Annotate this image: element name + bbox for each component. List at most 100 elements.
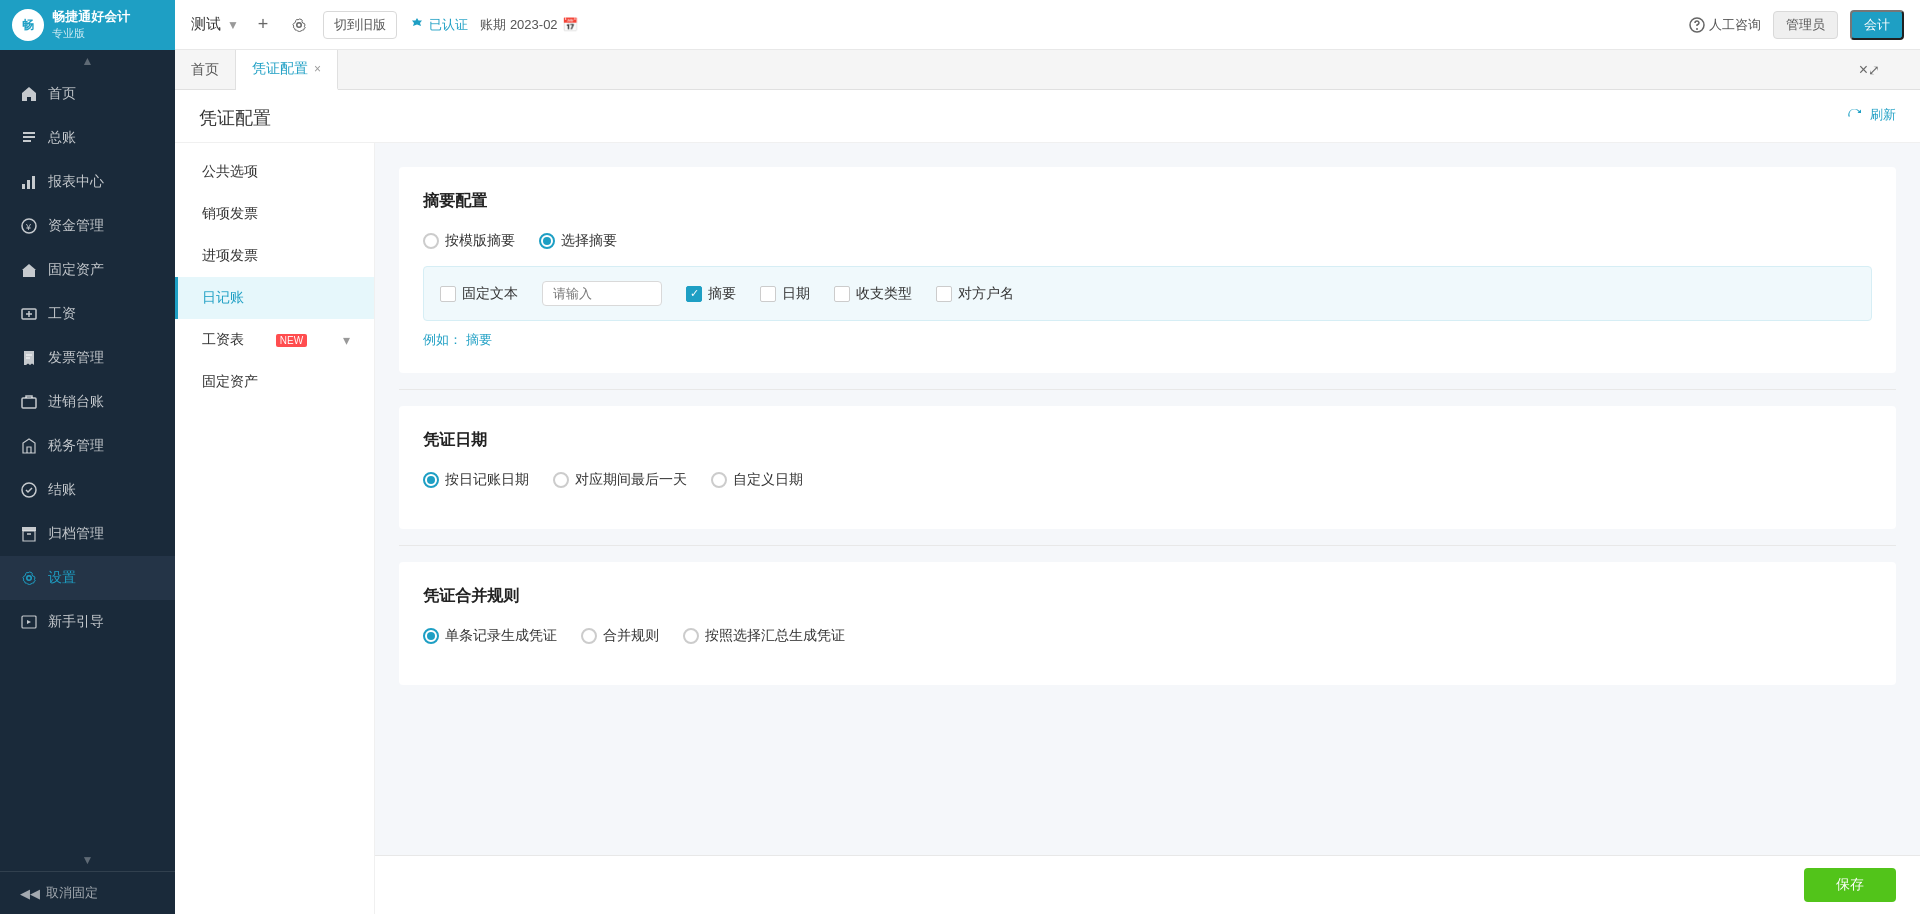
period-display: 账期 2023-02 📅 xyxy=(480,16,578,34)
logo-icon: 畅 xyxy=(12,9,44,41)
pin-icon: ◀◀ xyxy=(20,886,40,901)
svg-rect-10 xyxy=(22,398,36,408)
merge-section: 凭证合并规则 单条记录生成凭证 合并规则 xyxy=(399,562,1896,685)
sales-icon xyxy=(20,393,38,411)
reports-icon xyxy=(20,173,38,191)
left-nav-public[interactable]: 公共选项 xyxy=(175,151,374,193)
old-version-button[interactable]: 切到旧版 xyxy=(323,11,397,39)
payroll-expand-arrow: ▾ xyxy=(343,332,350,348)
tabs-bar: 首页 凭证配置 × × ⤢ xyxy=(175,50,1920,90)
date-radio-group: 按日记账日期 对应期间最后一天 自定义日期 xyxy=(423,471,1872,489)
sidebar-nav: 首页 总账 报表中心 ¥ 资金管理 xyxy=(0,72,175,849)
checkbox-fixed-text[interactable]: 固定文本 xyxy=(440,285,518,303)
radio-custom-date[interactable]: 自定义日期 xyxy=(711,471,803,489)
sidebar-scroll-up[interactable]: ▲ xyxy=(0,50,175,72)
radio-journal-date-circle xyxy=(423,472,439,488)
svg-rect-2 xyxy=(23,140,31,142)
tab-voucher-config[interactable]: 凭证配置 × xyxy=(236,50,338,90)
income-type-checkbox xyxy=(834,286,850,302)
sidebar-item-sales[interactable]: 进销台账 xyxy=(0,380,175,424)
refresh-btn[interactable]: 刷新 xyxy=(1848,106,1896,136)
radio-period-last-circle xyxy=(553,472,569,488)
checkbox-date[interactable]: 日期 xyxy=(760,285,810,303)
topbar: 测试 ▼ + 切到旧版 已认证 账期 2023-02 📅 人工咨询 管理 xyxy=(175,0,1920,50)
right-scroll-wrapper: 摘要配置 按模版摘要 选择摘要 xyxy=(375,143,1920,914)
sidebar-item-settings[interactable]: 设置 xyxy=(0,556,175,600)
divider-2 xyxy=(399,545,1896,546)
radio-select-circle xyxy=(539,233,555,249)
radio-select-summary[interactable]: 按照选择汇总生成凭证 xyxy=(683,627,845,645)
left-nav-purchase-invoice[interactable]: 进项发票 xyxy=(175,235,374,277)
sidebar-logo: 畅 畅捷通好会计 专业版 xyxy=(0,0,175,50)
consult-btn[interactable]: 人工咨询 xyxy=(1689,16,1761,34)
left-nav-fixed-assets[interactable]: 固定资产 xyxy=(175,361,374,403)
sidebar-item-ledger[interactable]: 总账 xyxy=(0,116,175,160)
radio-single-record[interactable]: 单条记录生成凭证 xyxy=(423,627,557,645)
counterpart-checkbox xyxy=(936,286,952,302)
svg-rect-4 xyxy=(27,180,30,189)
radio-single-circle xyxy=(423,628,439,644)
company-name: 测试 xyxy=(191,15,221,34)
sidebar-item-archive[interactable]: 归档管理 xyxy=(0,512,175,556)
left-nav: 公共选项 销项发票 进项发票 日记账 工资表 NEW xyxy=(175,143,375,914)
company-selector[interactable]: 测试 ▼ xyxy=(191,15,239,34)
radio-select-abstract[interactable]: 选择摘要 xyxy=(539,232,617,250)
invoices-icon xyxy=(20,349,38,367)
svg-rect-1 xyxy=(23,136,35,138)
checkbox-income-type[interactable]: 收支类型 xyxy=(834,285,912,303)
settings-gear-btn[interactable] xyxy=(287,13,311,37)
sidebar-item-invoices[interactable]: 发票管理 xyxy=(0,336,175,380)
ledger-icon xyxy=(20,129,38,147)
sidebar-item-settlement[interactable]: 结账 xyxy=(0,468,175,512)
abstract-section: 摘要配置 按模版摘要 选择摘要 xyxy=(399,167,1896,373)
settlement-icon xyxy=(20,481,38,499)
close-tab-btn[interactable]: × xyxy=(1859,61,1868,79)
svg-rect-3 xyxy=(22,184,25,189)
tab-home[interactable]: 首页 xyxy=(175,50,236,90)
sidebar-item-reports[interactable]: 报表中心 xyxy=(0,160,175,204)
sidebar-item-home[interactable]: 首页 xyxy=(0,72,175,116)
radio-select-summary-circle xyxy=(683,628,699,644)
radio-period-last[interactable]: 对应期间最后一天 xyxy=(553,471,687,489)
sidebar-scroll-down[interactable]: ▼ xyxy=(0,849,175,871)
archive-icon xyxy=(20,525,38,543)
funds-icon: ¥ xyxy=(20,217,38,235)
divider-1 xyxy=(399,389,1896,390)
calendar-icon[interactable]: 📅 xyxy=(562,17,578,32)
add-company-btn[interactable]: + xyxy=(251,13,275,37)
settings-icon xyxy=(20,569,38,587)
svg-rect-0 xyxy=(23,132,35,134)
cancel-fixed-btn[interactable]: ◀◀ 取消固定 xyxy=(0,871,175,914)
abstract-checkbox-row: 固定文本 ✓ 摘要 日期 xyxy=(423,266,1872,321)
radio-journal-date[interactable]: 按日记账日期 xyxy=(423,471,529,489)
sidebar-item-wages[interactable]: 工资 xyxy=(0,292,175,336)
sidebar-item-tax[interactable]: 税务管理 xyxy=(0,424,175,468)
tab-close-voucher[interactable]: × xyxy=(314,62,321,76)
sidebar-item-assets[interactable]: 固定资产 xyxy=(0,248,175,292)
abstract-section-title: 摘要配置 xyxy=(423,191,1872,212)
abstract-radio-group: 按模版摘要 选择摘要 xyxy=(423,232,1872,250)
sidebar-item-guide[interactable]: 新手引导 xyxy=(0,600,175,644)
fixed-text-checkbox xyxy=(440,286,456,302)
radio-template-abstract[interactable]: 按模版摘要 xyxy=(423,232,515,250)
fullscreen-tab-btn[interactable]: ⤢ xyxy=(1868,62,1880,78)
save-button[interactable]: 保存 xyxy=(1804,868,1896,902)
wages-icon xyxy=(20,305,38,323)
radio-merge-rules[interactable]: 合并规则 xyxy=(581,627,659,645)
left-nav-sales-invoice[interactable]: 销项发票 xyxy=(175,193,374,235)
page-header: 凭证配置 刷新 xyxy=(175,90,1920,143)
page-title: 凭证配置 xyxy=(199,106,271,142)
admin-button[interactable]: 管理员 xyxy=(1773,11,1838,39)
page-wrapper: 凭证配置 刷新 公共选项 销项发票 xyxy=(175,90,1920,914)
accountant-button[interactable]: 会计 xyxy=(1850,10,1904,40)
main-layout: 公共选项 销项发票 进项发票 日记账 工资表 NEW xyxy=(175,143,1920,914)
left-nav-journal[interactable]: 日记账 xyxy=(175,277,374,319)
certified-badge: 已认证 xyxy=(409,16,468,34)
checkbox-abstract[interactable]: ✓ 摘要 xyxy=(686,285,736,303)
checkbox-counterpart[interactable]: 对方户名 xyxy=(936,285,1014,303)
sidebar: 畅 畅捷通好会计 专业版 ▲ 首页 总账 xyxy=(0,0,175,914)
left-nav-payroll[interactable]: 工资表 NEW ▾ xyxy=(175,319,374,361)
fixed-text-input[interactable] xyxy=(542,281,662,306)
svg-rect-5 xyxy=(32,176,35,189)
sidebar-item-funds[interactable]: ¥ 资金管理 xyxy=(0,204,175,248)
